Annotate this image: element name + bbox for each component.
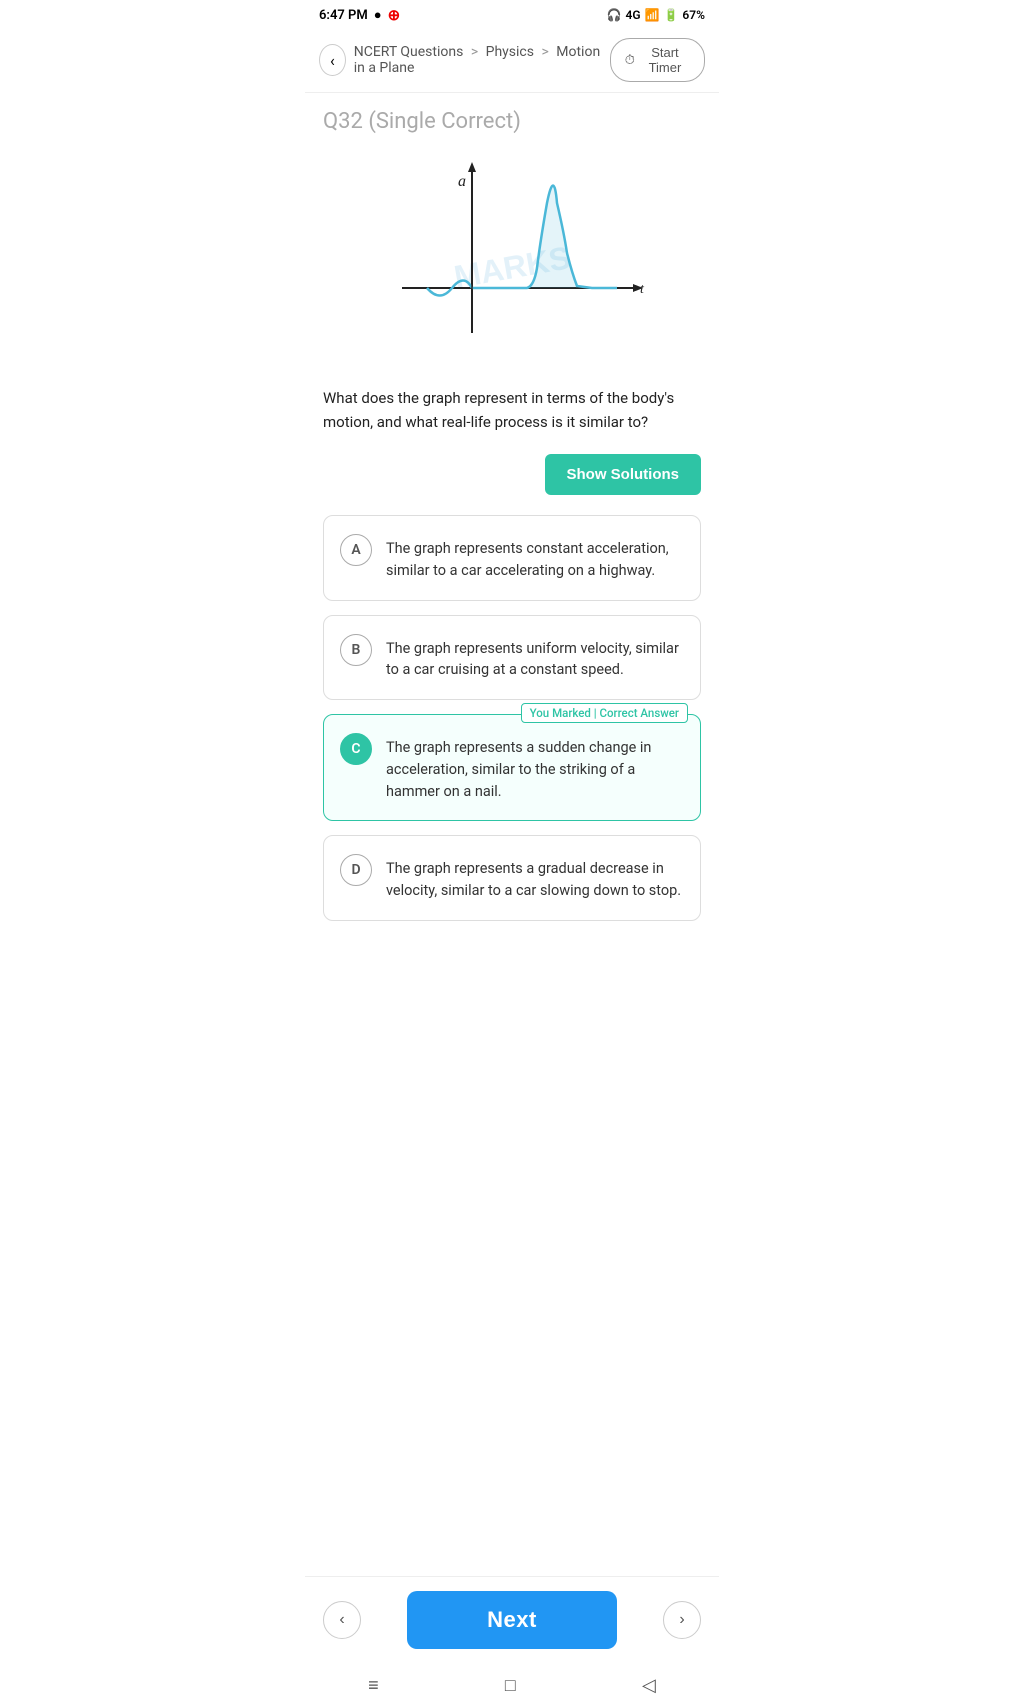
- status-bar: 6:47 PM ● ⊕ 🎧 4G 📶 🔋 67%: [305, 0, 719, 28]
- question-title: Q32 (Single Correct): [323, 109, 701, 134]
- status-left: 6:47 PM ● ⊕: [319, 6, 400, 24]
- option-b-card[interactable]: B The graph represents uniform velocity,…: [323, 615, 701, 701]
- bottom-nav: ‹ Next ›: [305, 1576, 719, 1663]
- graph-container: MARKS a t: [323, 148, 701, 368]
- option-d-text: The graph represents a gradual decrease …: [386, 854, 684, 902]
- headphone-icon: 🎧: [607, 8, 622, 22]
- prev-button[interactable]: ‹: [323, 1601, 361, 1639]
- option-d-card[interactable]: D The graph represents a gradual decreas…: [323, 835, 701, 921]
- signal-bars-icon: 📶: [645, 8, 660, 22]
- nav-left: ‹ NCERT Questions > Physics > Motion in …: [319, 44, 610, 76]
- option-b-label: B: [340, 634, 372, 666]
- option-c-text: The graph represents a sudden change in …: [386, 733, 684, 802]
- network-label: 4G: [625, 8, 640, 22]
- forward-button[interactable]: ›: [663, 1601, 701, 1639]
- home-icon: □: [505, 1675, 516, 1696]
- signal-icon: ●: [374, 7, 382, 23]
- back-system-icon: ◁: [642, 1675, 656, 1696]
- prev-icon: ‹: [339, 1611, 344, 1629]
- show-solutions-button[interactable]: Show Solutions: [545, 454, 702, 495]
- sep1: >: [471, 44, 482, 60]
- breadcrumb-ncert: NCERT Questions: [354, 44, 464, 60]
- timer-icon: ⏱: [625, 52, 635, 68]
- option-b-text: The graph represents uniform velocity, s…: [386, 634, 684, 682]
- option-a-text: The graph represents constant accelerati…: [386, 534, 684, 582]
- forward-icon: ›: [679, 1611, 684, 1629]
- battery-percent: 67%: [682, 8, 705, 22]
- back-icon: ‹: [330, 51, 335, 70]
- system-nav: ≡ □ ◁: [305, 1663, 719, 1707]
- graph-svg: MARKS a t: [372, 148, 652, 368]
- breadcrumb-physics: Physics: [486, 44, 534, 60]
- time: 6:47 PM: [319, 8, 368, 23]
- menu-icon: ≡: [368, 1675, 379, 1696]
- option-a-card[interactable]: A The graph represents constant accelera…: [323, 515, 701, 601]
- option-a-label: A: [340, 534, 372, 566]
- battery-icon: 🔋: [663, 8, 678, 22]
- options-list: A The graph represents constant accelera…: [323, 515, 701, 921]
- status-right: 🎧 4G 📶 🔋 67%: [607, 8, 705, 22]
- sep2: >: [541, 44, 552, 60]
- breadcrumb: NCERT Questions > Physics > Motion in a …: [354, 44, 610, 76]
- start-timer-label: Start Timer: [640, 45, 690, 75]
- svg-text:a: a: [458, 173, 466, 190]
- start-timer-button[interactable]: ⏱ Start Timer: [610, 38, 705, 82]
- option-d-label: D: [340, 854, 372, 886]
- option-c-card[interactable]: You Marked | Correct Answer C The graph …: [323, 714, 701, 821]
- option-c-label: C: [340, 733, 372, 765]
- back-button[interactable]: ‹: [319, 44, 346, 76]
- main-content: Q32 (Single Correct) MARKS a t: [305, 93, 719, 1035]
- solutions-row: Show Solutions: [323, 454, 701, 495]
- airtel-icon: ⊕: [388, 6, 401, 24]
- question-text: What does the graph represent in terms o…: [323, 386, 701, 434]
- svg-text:t: t: [640, 282, 645, 297]
- top-nav: ‹ NCERT Questions > Physics > Motion in …: [305, 28, 719, 93]
- you-marked-badge: You Marked | Correct Answer: [521, 703, 688, 723]
- next-button[interactable]: Next: [407, 1591, 617, 1649]
